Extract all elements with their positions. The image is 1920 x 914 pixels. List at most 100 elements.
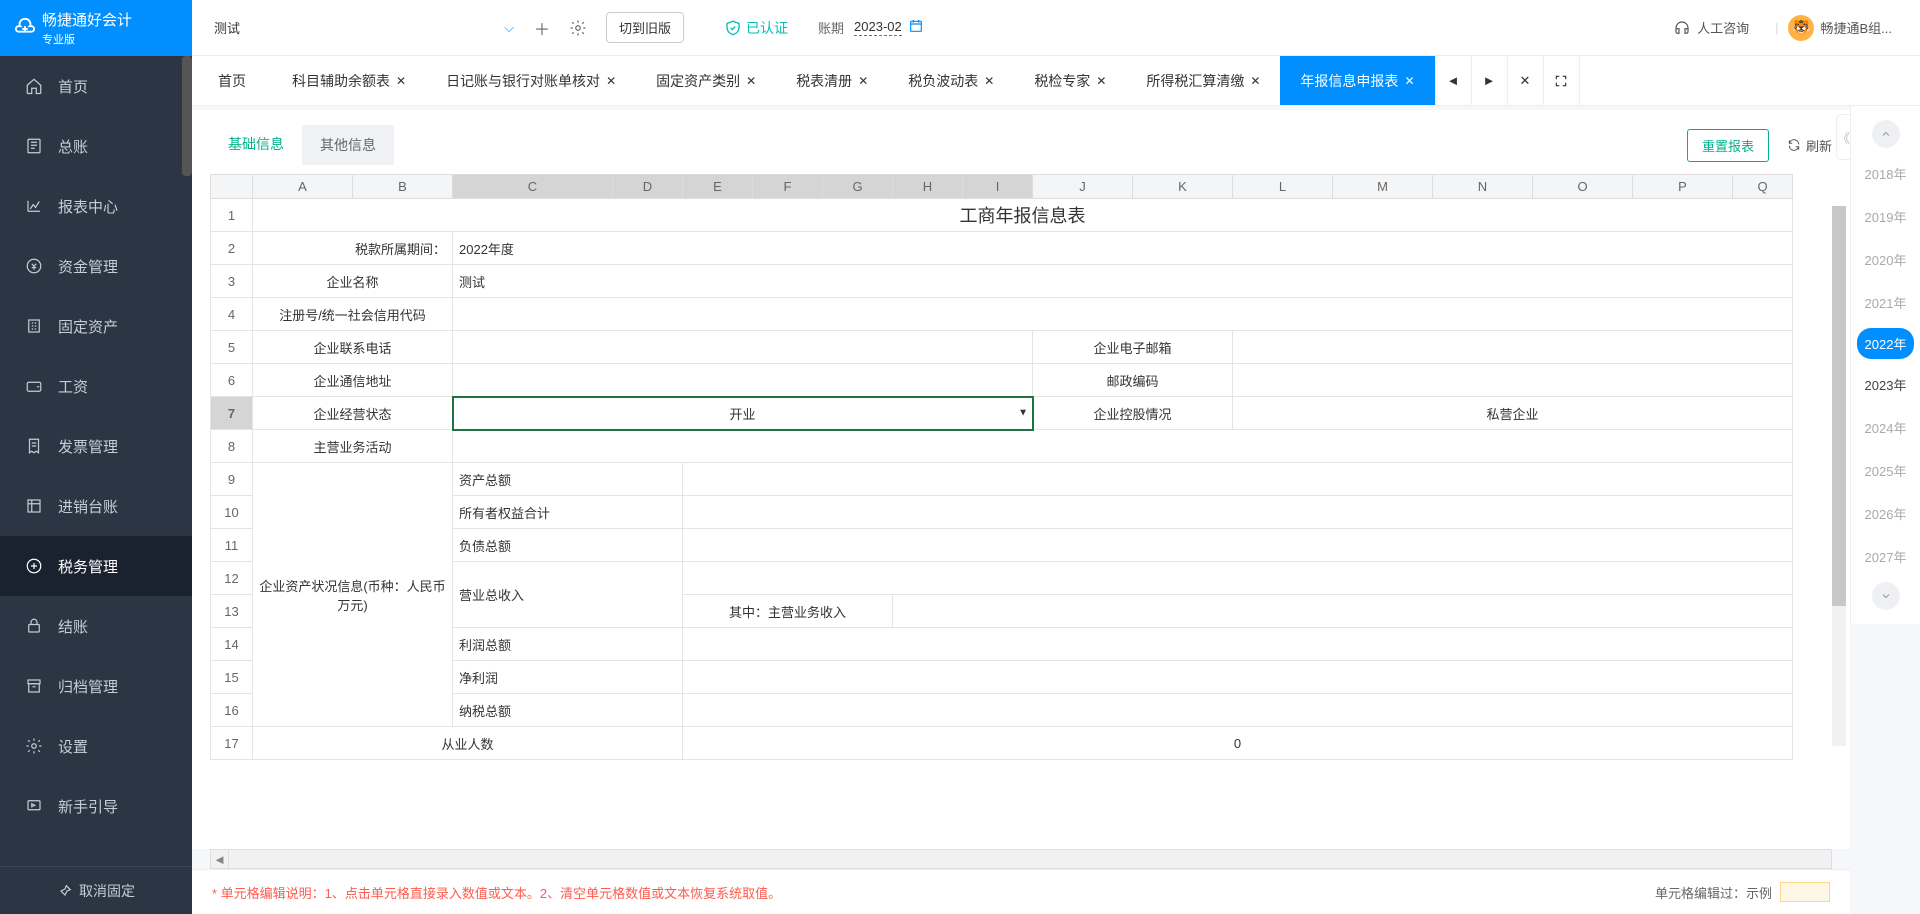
row-header[interactable]: 8 [211, 430, 253, 463]
row-header[interactable]: 5 [211, 331, 253, 364]
cell[interactable]: 资产总额 [453, 463, 683, 496]
col-header[interactable]: O [1533, 175, 1633, 199]
sidebar-scrollbar[interactable] [182, 56, 192, 176]
add-button[interactable]: ＋ [524, 10, 560, 46]
cell[interactable]: 从业人数 [253, 727, 683, 760]
tab-close-all-button[interactable]: ✕ [1508, 56, 1544, 105]
row-header[interactable]: 10 [211, 496, 253, 529]
row-header[interactable]: 14 [211, 628, 253, 661]
support-button[interactable]: 人工咨询 [1673, 18, 1749, 37]
tab-tax-fluctuation[interactable]: 税负波动表✕ [888, 56, 1014, 105]
horizontal-scrollbar[interactable]: ◄ [210, 849, 1832, 869]
row-header[interactable]: 17 [211, 727, 253, 760]
sidebar-unpin[interactable]: 取消固定 [0, 866, 192, 914]
cell[interactable] [453, 364, 1033, 397]
col-header[interactable]: I [963, 175, 1033, 199]
cell[interactable]: 企业控股情况 [1033, 397, 1233, 430]
calendar-icon[interactable] [908, 18, 924, 37]
scroll-left-icon[interactable]: ◄ [211, 850, 229, 868]
tab-bank-reconcile[interactable]: 日记账与银行对账单核对✕ [426, 56, 636, 105]
close-icon[interactable]: ✕ [606, 74, 616, 88]
cell[interactable]: 企业经营状态 [253, 397, 453, 430]
col-header[interactable]: B [353, 175, 453, 199]
col-header[interactable]: G [823, 175, 893, 199]
cell[interactable]: 测试 [453, 265, 1793, 298]
cell[interactable]: 0 [683, 727, 1793, 760]
year-option[interactable]: 2019年 [1851, 195, 1920, 238]
dropdown-arrow-icon[interactable]: ▼ [1018, 408, 1028, 419]
row-header[interactable]: 12 [211, 562, 253, 595]
row-header[interactable]: 1 [211, 199, 253, 232]
col-header[interactable]: H [893, 175, 963, 199]
tab-home[interactable]: 首页 [192, 56, 272, 105]
sidebar-item-settings[interactable]: 设置 [0, 716, 192, 776]
cell[interactable] [683, 628, 1793, 661]
year-option[interactable]: 2026年 [1851, 492, 1920, 535]
company-selector[interactable]: 测试 ⌵ [204, 10, 524, 46]
sidebar-item-assets[interactable]: 固定资产 [0, 296, 192, 356]
settings-button[interactable] [560, 10, 596, 46]
spreadsheet[interactable]: A B C D E F G H I J K L M [192, 166, 1850, 849]
cell[interactable]: 企业通信地址 [253, 364, 453, 397]
cell[interactable]: 主营业务活动 [253, 430, 453, 463]
close-icon[interactable]: ✕ [1096, 74, 1106, 88]
close-icon[interactable]: ✕ [746, 74, 756, 88]
cell[interactable]: 企业资产状况信息(币种：人民币万元) [253, 463, 453, 727]
year-option[interactable]: 2021年 [1851, 281, 1920, 324]
year-option[interactable]: 2023年 [1851, 363, 1920, 406]
sidebar-item-archive[interactable]: 归档管理 [0, 656, 192, 716]
row-header[interactable]: 9 [211, 463, 253, 496]
cell[interactable]: 纳税总额 [453, 694, 683, 727]
refresh-button[interactable]: 刷新 [1787, 136, 1832, 155]
cell[interactable]: 私营企业 [1233, 397, 1793, 430]
cell[interactable] [683, 496, 1793, 529]
sidebar-item-closing[interactable]: 结账 [0, 596, 192, 656]
row-header[interactable]: 4 [211, 298, 253, 331]
row-header[interactable]: 13 [211, 595, 253, 628]
cell[interactable] [453, 331, 1033, 364]
col-header[interactable]: C [453, 175, 613, 199]
cell[interactable] [453, 430, 1793, 463]
cell[interactable]: 邮政编码 [1033, 364, 1233, 397]
cell[interactable] [1233, 331, 1793, 364]
year-option[interactable]: 2027年 [1851, 535, 1920, 578]
close-icon[interactable]: ✕ [1250, 74, 1260, 88]
sidebar-item-guide[interactable]: 新手引导 [0, 776, 192, 836]
cell[interactable]: 营业总收入 [453, 562, 683, 628]
cell[interactable] [683, 661, 1793, 694]
sidebar-item-salary[interactable]: 工资 [0, 356, 192, 416]
cell[interactable]: 企业电子邮箱 [1033, 331, 1233, 364]
subtab-basic[interactable]: 基础信息 [210, 124, 302, 166]
year-rail-collapse[interactable]: 《 [1836, 114, 1850, 160]
tab-tax-list[interactable]: 税表清册✕ [776, 56, 888, 105]
col-header[interactable]: F [753, 175, 823, 199]
cell[interactable]: 工商年报信息表 [253, 199, 1793, 232]
tab-tax-expert[interactable]: 税检专家✕ [1014, 56, 1126, 105]
tab-asset-category[interactable]: 固定资产类别✕ [636, 56, 776, 105]
col-header[interactable]: D [613, 175, 683, 199]
cell[interactable]: 利润总额 [453, 628, 683, 661]
row-header[interactable]: 16 [211, 694, 253, 727]
row-header[interactable]: 7 [211, 397, 253, 430]
year-down-button[interactable] [1872, 582, 1900, 610]
sidebar-item-reports[interactable]: 报表中心 [0, 176, 192, 236]
col-header[interactable]: K [1133, 175, 1233, 199]
row-header[interactable]: 6 [211, 364, 253, 397]
tab-balance-aux[interactable]: 科目辅助余额表✕ [272, 56, 426, 105]
year-option[interactable]: 2024年 [1851, 406, 1920, 449]
year-option[interactable]: 2018年 [1851, 152, 1920, 195]
col-header[interactable]: A [253, 175, 353, 199]
cell[interactable]: 税款所属期间： [253, 232, 453, 265]
cell[interactable] [893, 595, 1793, 628]
col-header[interactable]: Q [1733, 175, 1793, 199]
sidebar-item-inventory[interactable]: 进销台账 [0, 476, 192, 536]
row-header[interactable]: 15 [211, 661, 253, 694]
cell[interactable] [683, 562, 1793, 595]
col-header[interactable]: J [1033, 175, 1133, 199]
col-header[interactable]: P [1633, 175, 1733, 199]
sidebar-item-invoice[interactable]: 发票管理 [0, 416, 192, 476]
col-header[interactable]: N [1433, 175, 1533, 199]
tab-income-tax[interactable]: 所得税汇算清缴✕ [1126, 56, 1280, 105]
fullscreen-button[interactable] [1544, 56, 1580, 105]
sidebar-item-tax[interactable]: 税务管理 [0, 536, 192, 596]
